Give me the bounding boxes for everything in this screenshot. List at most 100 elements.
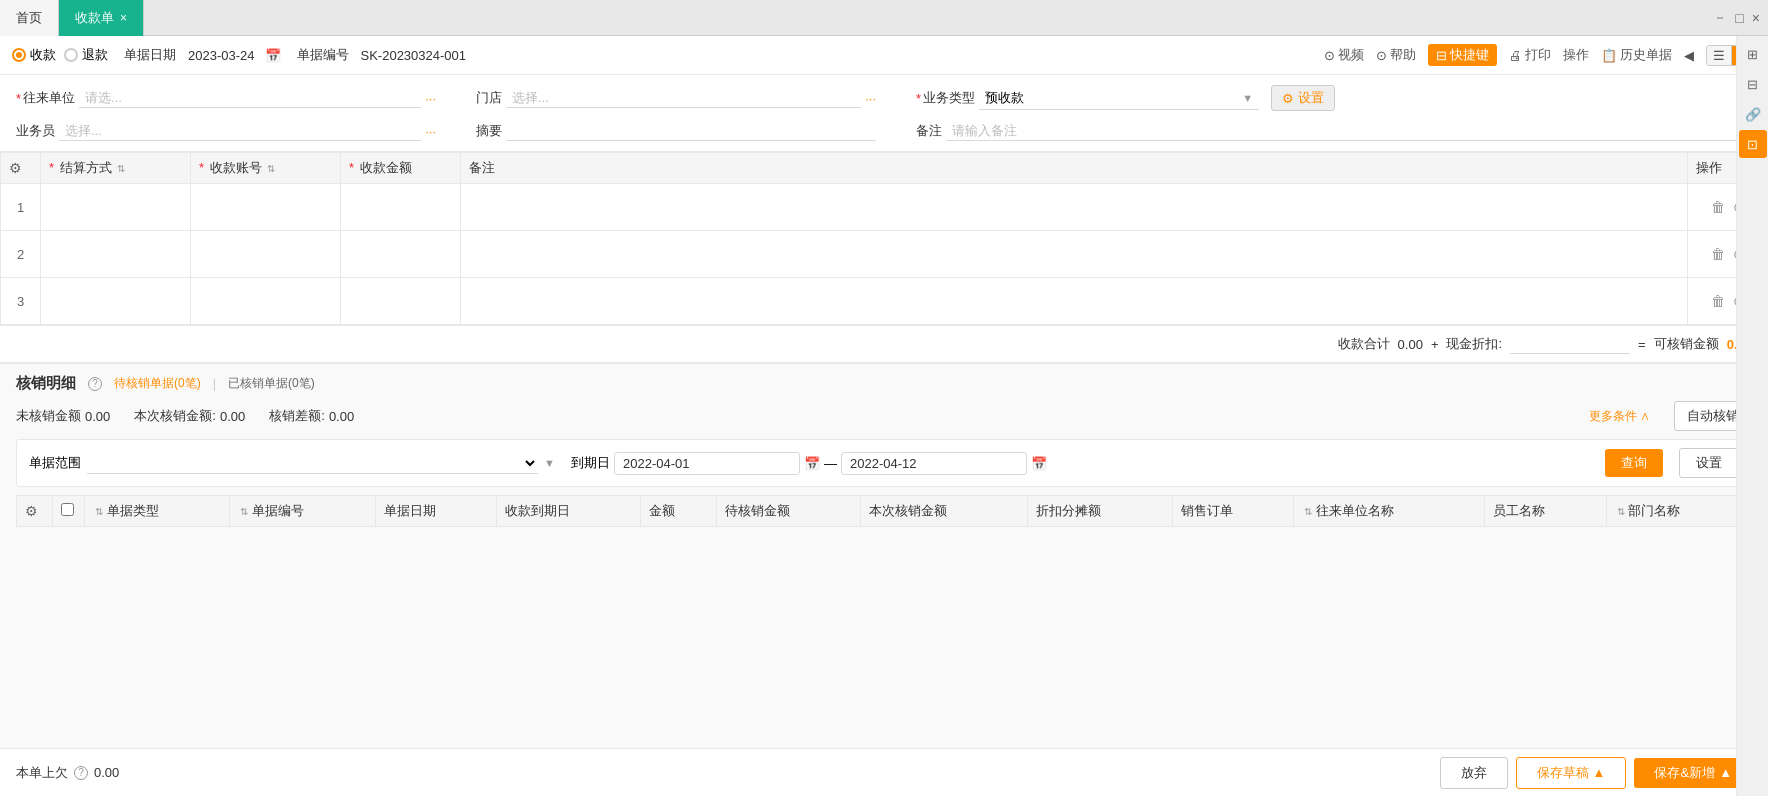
footer-left: 本单上欠 ? 0.00 <box>16 764 119 782</box>
save-draft-button[interactable]: 保存草稿 ▲ <box>1516 757 1627 789</box>
abandon-button[interactable]: 放弃 <box>1440 757 1508 789</box>
col-settings-header[interactable]: ⚙ <box>1 153 41 184</box>
more-conditions-button[interactable]: 更多条件 ∧ <box>1589 408 1650 425</box>
total-label: 收款合计 <box>1338 335 1390 353</box>
store-input[interactable] <box>506 88 861 108</box>
list-view-button[interactable]: ☰ <box>1707 46 1732 65</box>
save-new-chevron-icon: ▲ <box>1719 765 1732 780</box>
bt-counterparty-sort[interactable]: ⇅ <box>1304 506 1312 517</box>
sidebar-link-icon[interactable]: 🔗 <box>1739 100 1767 128</box>
bt-col-checkbox[interactable] <box>53 496 85 527</box>
bt-col-employee: 员工名称 <box>1485 496 1606 527</box>
tab-controls: － □ × <box>1705 9 1768 27</box>
tab-home[interactable]: 首页 <box>0 0 59 36</box>
col-account-sort-icon[interactable]: ⇅ <box>267 163 275 174</box>
table-row: 3 🗑 ⊕ <box>1 278 1768 325</box>
operation-label: 操作 <box>1563 46 1589 64</box>
delete-row-icon[interactable]: 🗑 <box>1711 293 1725 309</box>
sidebar-list-icon[interactable]: ⊟ <box>1739 70 1767 98</box>
bt-doc-type-sort[interactable]: ⇅ <box>95 506 103 517</box>
delete-row-icon[interactable]: 🗑 <box>1711 199 1725 215</box>
tab-close-icon[interactable]: × <box>120 11 127 25</box>
save-new-button[interactable]: 保存&新增 ▲ <box>1634 758 1752 788</box>
account-cell[interactable] <box>191 184 341 231</box>
discount-input[interactable] <box>1510 334 1630 354</box>
counterparty-ellipsis[interactable]: ··· <box>425 91 436 106</box>
counterparty-label: 往来单位 <box>23 89 75 107</box>
window-close-button[interactable]: × <box>1752 10 1760 26</box>
filter-row: 单据范围 ▼ 到期日 📅 — 📅 查询 设置 <box>16 439 1752 487</box>
summary-input[interactable] <box>506 121 876 141</box>
calendar-to-icon[interactable]: 📅 <box>1031 456 1047 471</box>
done-tab[interactable]: 已核销单据(0笔) <box>228 375 315 392</box>
bt-doc-num-sort[interactable]: ⇅ <box>240 506 248 517</box>
date-from-input[interactable] <box>614 452 800 475</box>
delete-row-icon[interactable]: 🗑 <box>1711 246 1725 262</box>
footer: 本单上欠 ? 0.00 放弃 保存草稿 ▲ 保存&新增 ▲ <box>0 748 1768 796</box>
biz-type-chevron-icon: ▼ <box>1242 92 1253 104</box>
remark-cell[interactable] <box>461 184 1688 231</box>
calendar-from-icon[interactable]: 📅 <box>804 456 820 471</box>
bt-col-settings[interactable]: ⚙ <box>17 496 53 527</box>
diff-stat: 核销差额: 0.00 <box>269 407 354 425</box>
summary-row: 收款合计 0.00 + 现金折扣: = 可核销金额 0.00 <box>0 325 1768 362</box>
store-ellipsis[interactable]: ··· <box>865 91 876 106</box>
remark-input[interactable] <box>946 121 1752 141</box>
account-cell[interactable] <box>191 231 341 278</box>
bottom-table: ⚙ ⇅ 单据类型 ⇅ 单据编号 <box>16 495 1752 527</box>
query-button[interactable]: 查询 <box>1605 449 1663 477</box>
help-button[interactable]: ⊙ 帮助 <box>1376 46 1416 64</box>
nav-prev-button[interactable]: ◀ <box>1684 48 1694 63</box>
sidebar-table-icon[interactable]: ⊞ <box>1739 40 1767 68</box>
shortcut-button[interactable]: ⊟ 快捷键 <box>1428 44 1497 66</box>
print-label: 打印 <box>1525 46 1551 64</box>
pending-tab[interactable]: 待核销单据(0笔) <box>114 375 201 392</box>
col-payment-sort-icon[interactable]: ⇅ <box>117 163 125 174</box>
doc-number-label: 单据编号 <box>297 46 349 64</box>
date-calendar-icon[interactable]: 📅 <box>265 48 281 63</box>
right-sidebar: ⊞ ⊟ 🔗 ⊡ <box>1736 36 1768 796</box>
biz-type-select[interactable]: 预收款 ▼ <box>979 87 1259 110</box>
salesperson-ellipsis[interactable]: ··· <box>425 124 436 139</box>
tab-active[interactable]: 收款单 × <box>59 0 144 36</box>
sidebar-expand-icon[interactable]: ⊡ <box>1739 130 1767 158</box>
date-to-input[interactable] <box>841 452 1027 475</box>
operation-button[interactable]: 操作 <box>1563 46 1589 64</box>
payment-cell[interactable] <box>41 278 191 325</box>
window-max-button[interactable]: □ <box>1735 10 1743 26</box>
receipt-radio[interactable]: 收款 <box>12 46 56 64</box>
history-button[interactable]: 📋 历史单据 <box>1601 46 1672 64</box>
payment-cell[interactable] <box>41 231 191 278</box>
remark-cell[interactable] <box>461 231 1688 278</box>
remark-cell[interactable] <box>461 278 1688 325</box>
window-min-button[interactable]: － <box>1713 9 1727 27</box>
salesperson-input[interactable] <box>59 121 421 141</box>
bt-col-counterparty: ⇅ 往来单位名称 <box>1294 496 1485 527</box>
range-chevron-icon: ▼ <box>544 457 555 469</box>
footer-info-icon: ? <box>74 766 88 780</box>
video-button[interactable]: ⊙ 视频 <box>1324 46 1364 64</box>
counterparty-input[interactable] <box>79 88 421 108</box>
remark-label: 备注 <box>916 122 942 140</box>
filter-settings-button[interactable]: 设置 <box>1679 448 1739 478</box>
col-payment-header: * 结算方式 ⇅ <box>41 153 191 184</box>
bt-settings-icon: ⚙ <box>25 503 38 519</box>
store-field: 门店 ··· <box>476 88 876 108</box>
tab-active-label: 收款单 <box>75 9 114 27</box>
refund-radio[interactable]: 退款 <box>64 46 108 64</box>
amount-cell[interactable] <box>341 278 461 325</box>
bt-checkbox-all[interactable] <box>61 503 74 516</box>
store-label: 门店 <box>476 89 502 107</box>
total-value: 0.00 <box>1398 337 1423 352</box>
settings-button[interactable]: ⚙ 设置 <box>1271 85 1335 111</box>
biz-type-value: 预收款 <box>985 89 1024 107</box>
bt-col-current: 本次核销金额 <box>861 496 1028 527</box>
bt-dept-sort[interactable]: ⇅ <box>1617 506 1625 517</box>
amount-cell[interactable] <box>341 231 461 278</box>
account-cell[interactable] <box>191 278 341 325</box>
refund-radio-label: 退款 <box>82 46 108 64</box>
payment-cell[interactable] <box>41 184 191 231</box>
print-button[interactable]: 🖨 打印 <box>1509 46 1551 64</box>
amount-cell[interactable] <box>341 184 461 231</box>
range-select[interactable] <box>87 452 538 474</box>
